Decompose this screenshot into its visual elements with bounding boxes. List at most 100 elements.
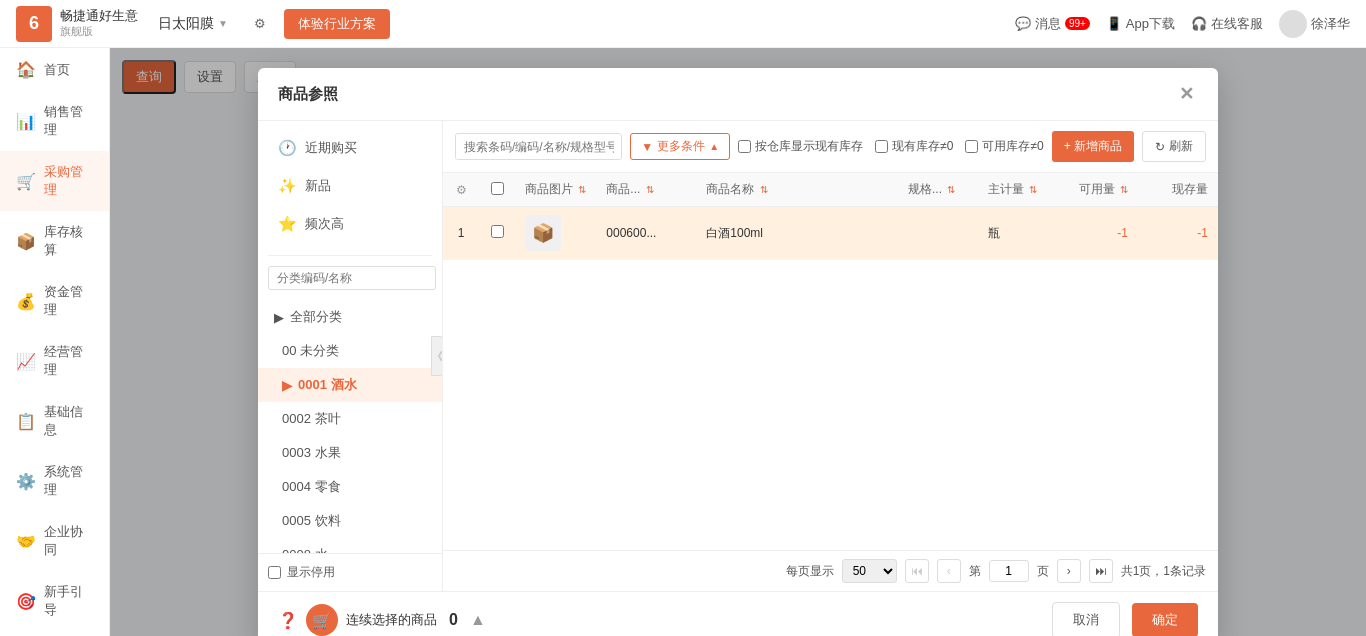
th-code[interactable]: 商品... ⇅ xyxy=(596,173,696,207)
main-area: 查询 设置 刷新 商品参照 ✕ 🕐 近期购买 xyxy=(110,48,1366,636)
modal-body: 🕐 近期购买 ✨ 新品 ⭐ 频次高 xyxy=(258,121,1218,591)
nav-recent[interactable]: 🕐 近期购买 xyxy=(268,131,432,165)
modal-product-ref: 商品参照 ✕ 🕐 近期购买 ✨ 新品 xyxy=(258,68,1218,636)
category-0002[interactable]: 0002 茶叶 xyxy=(258,402,442,436)
cart-icon[interactable]: 🛒 xyxy=(306,604,338,636)
checkbox-avail-nonzero-input[interactable] xyxy=(965,140,978,153)
nav-frequent-label: 频次高 xyxy=(305,215,344,233)
category-label-0008: 0008 水 xyxy=(282,546,328,553)
nav-frequent[interactable]: ⭐ 频次高 xyxy=(268,207,432,241)
store-selector[interactable]: 日太阳膜 ▼ xyxy=(158,15,228,33)
th-name-label: 商品名称 xyxy=(706,182,754,196)
logo-text-block: 畅捷通好生意 旗舰版 xyxy=(60,8,138,40)
category-0008[interactable]: 0008 水 xyxy=(258,538,442,553)
prev-page-btn[interactable]: ‹ xyxy=(937,559,961,583)
nav-service[interactable]: 🎧 在线客服 xyxy=(1191,15,1263,33)
collapse-panel-btn[interactable]: 《 xyxy=(431,336,443,376)
page-number-input[interactable] xyxy=(989,560,1029,582)
checkbox-stock-nonzero[interactable]: 现有库存≠0 xyxy=(875,138,953,155)
category-uncategorized[interactable]: 00 未分类 xyxy=(258,334,442,368)
nav-user[interactable]: 徐泽华 xyxy=(1279,10,1350,38)
table-settings-icon[interactable]: ⚙ xyxy=(456,183,467,197)
nav-new[interactable]: ✨ 新品 xyxy=(268,169,432,203)
per-page-select[interactable]: 50 100 200 xyxy=(842,559,897,583)
exp-btn[interactable]: 体验行业方案 xyxy=(284,9,390,39)
nav-new-label: 新品 xyxy=(305,177,331,195)
th-name[interactable]: 商品名称 ⇅ xyxy=(696,173,898,207)
th-img[interactable]: 商品图片 ⇅ xyxy=(515,173,596,207)
cancel-button[interactable]: 取消 xyxy=(1052,602,1120,636)
sidebar-item-home[interactable]: 🏠 首页 xyxy=(0,48,109,91)
next-page-btn[interactable]: › xyxy=(1057,559,1081,583)
sidebar-item-finance[interactable]: 💰 资金管理 xyxy=(0,271,109,331)
first-page-btn[interactable]: ⏮ xyxy=(905,559,929,583)
th-spec[interactable]: 规格... ⇅ xyxy=(898,173,978,207)
sidebar-item-basic[interactable]: 📋 基础信息 xyxy=(0,391,109,451)
checkbox-stock-nonzero-label: 现有库存≠0 xyxy=(892,138,953,155)
th-avail-label: 可用量 xyxy=(1079,182,1115,196)
select-all-checkbox[interactable] xyxy=(491,182,504,195)
category-0003[interactable]: 0003 水果 xyxy=(258,436,442,470)
row-check-1 xyxy=(479,207,515,260)
category-arrow-all: ▶ xyxy=(274,310,284,325)
category-list: ▶ 全部分类 00 未分类 ▶ 0001 酒水 0002 茶叶 xyxy=(258,296,442,553)
sort-icon-name: ⇅ xyxy=(760,184,768,195)
th-unit[interactable]: 主计量 ⇅ xyxy=(978,173,1048,207)
cart-collapse-icon[interactable]: ▲ xyxy=(470,611,486,629)
sidebar-item-purchase[interactable]: 🛒 采购管理 xyxy=(0,151,109,211)
checkbox-warehouse-label: 按仓库显示现有库存 xyxy=(755,138,863,155)
category-0004[interactable]: 0004 零食 xyxy=(258,470,442,504)
checkbox-warehouse[interactable]: 按仓库显示现有库存 xyxy=(738,138,863,155)
nav-app[interactable]: 📱 App下载 xyxy=(1106,15,1175,33)
cart-label: 连续选择的商品 xyxy=(346,611,437,629)
show-disabled-checkbox[interactable] xyxy=(268,566,281,579)
refresh-icon: ↻ xyxy=(1155,140,1165,154)
sidebar-item-inventory[interactable]: 📦 库存核算 xyxy=(0,211,109,271)
settings-icon[interactable]: ⚙ xyxy=(244,8,276,40)
sidebar-item-enterprise[interactable]: 🤝 企业协同 xyxy=(0,511,109,571)
filter-btn[interactable]: ▼ 更多条件 ▲ xyxy=(630,133,730,160)
per-page-label: 每页显示 xyxy=(786,563,834,580)
help-icon[interactable]: ❓ xyxy=(278,611,298,630)
th-unit-label: 主计量 xyxy=(988,182,1024,196)
product-search-input[interactable] xyxy=(456,135,622,159)
modal-footer: ❓ 🛒 连续选择的商品 0 ▲ 取消 确定 xyxy=(258,591,1218,636)
checkbox-warehouse-input[interactable] xyxy=(738,140,751,153)
filter-arrow-icon: ▲ xyxy=(709,141,719,152)
checkbox-stock-nonzero-input[interactable] xyxy=(875,140,888,153)
sidebar-label-finance: 资金管理 xyxy=(44,283,93,319)
app-icon: 📱 xyxy=(1106,16,1122,31)
top-nav: 6 畅捷通好生意 旗舰版 日太阳膜 ▼ ⚙ 体验行业方案 💬 消息 99+ 📱 … xyxy=(0,0,1366,48)
divider xyxy=(268,255,432,256)
sidebar-label-sales: 销售管理 xyxy=(44,103,93,139)
th-stock: 现存量 xyxy=(1138,173,1218,207)
headset-icon: 🎧 xyxy=(1191,16,1207,31)
checkbox-avail-nonzero[interactable]: 可用库存≠0 xyxy=(965,138,1043,155)
finance-icon: 💰 xyxy=(16,292,36,311)
add-product-btn[interactable]: + 新增商品 xyxy=(1052,131,1134,162)
sidebar-item-apps[interactable]: 📱 应用中心 xyxy=(0,631,109,636)
inventory-icon: 📦 xyxy=(16,232,36,251)
filter-icon: ▼ xyxy=(641,140,653,154)
sidebar-item-business[interactable]: 📈 经营管理 xyxy=(0,331,109,391)
left-panel-footer: 显示停用 xyxy=(258,553,442,591)
last-page-btn[interactable]: ⏭ xyxy=(1089,559,1113,583)
row-checkbox-1[interactable] xyxy=(491,225,504,238)
modal-close-button[interactable]: ✕ xyxy=(1174,82,1198,106)
sales-icon: 📊 xyxy=(16,112,36,131)
refresh-btn[interactable]: ↻ 刷新 xyxy=(1142,131,1206,162)
sidebar-item-guide[interactable]: 🎯 新手引导 xyxy=(0,571,109,631)
product-table-container: ⚙ 商品图片 ⇅ xyxy=(443,173,1218,550)
category-all[interactable]: ▶ 全部分类 xyxy=(258,300,442,334)
sidebar-item-system[interactable]: ⚙️ 系统管理 xyxy=(0,451,109,511)
sidebar-item-sales[interactable]: 📊 销售管理 xyxy=(0,91,109,151)
table-row[interactable]: 1 📦 000600... 白酒100ml xyxy=(443,207,1218,260)
category-0005[interactable]: 0005 饮料 xyxy=(258,504,442,538)
nav-msg[interactable]: 💬 消息 99+ xyxy=(1015,15,1090,33)
th-avail[interactable]: 可用量 ⇅ xyxy=(1048,173,1138,207)
category-0001[interactable]: ▶ 0001 酒水 xyxy=(258,368,442,402)
show-disabled-label[interactable]: 显示停用 xyxy=(287,564,335,581)
confirm-button[interactable]: 确定 xyxy=(1132,603,1198,636)
category-label-0002: 0002 茶叶 xyxy=(282,410,341,428)
category-search-input[interactable] xyxy=(268,266,436,290)
